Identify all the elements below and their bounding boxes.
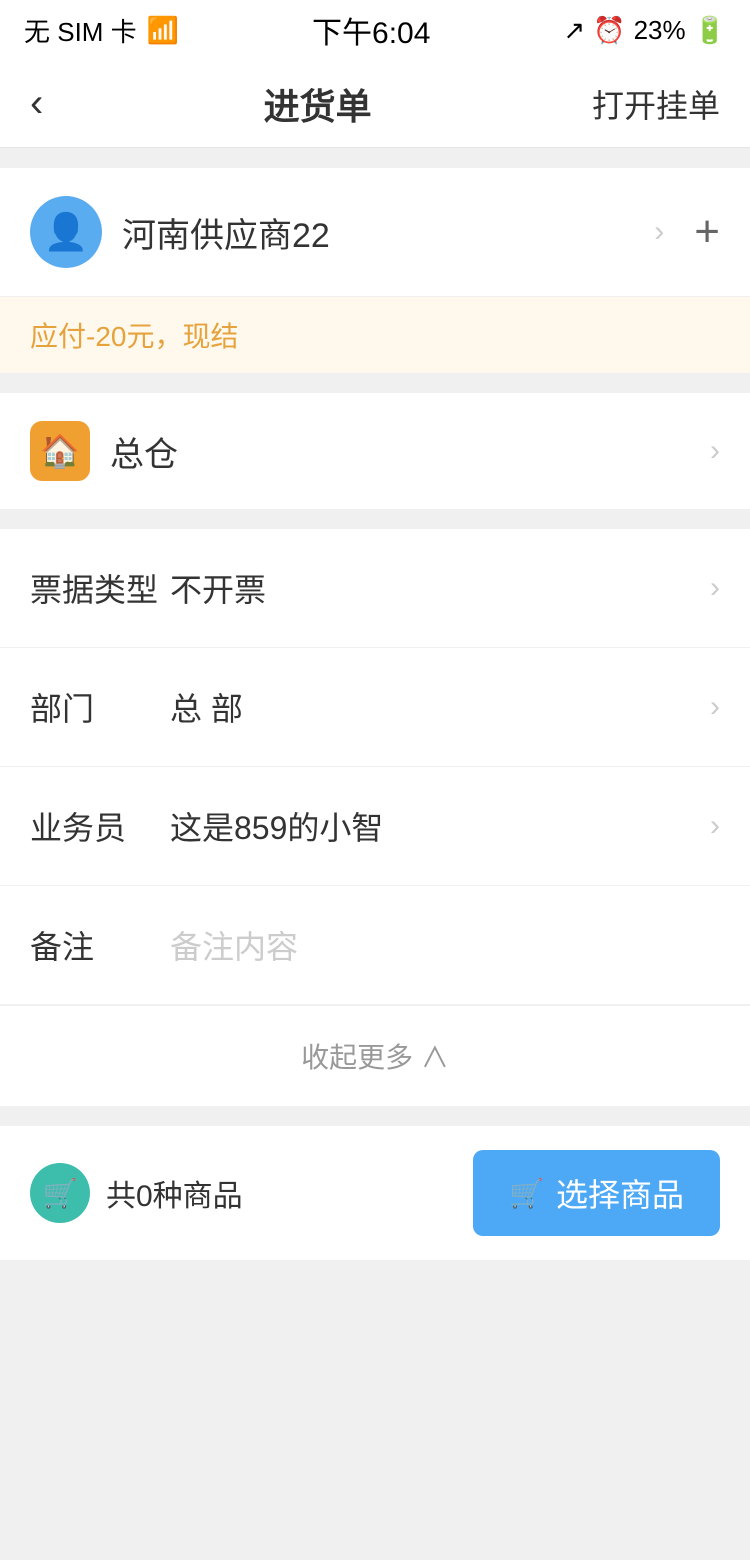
collapse-label: 收起更多 ∧ [301,1036,449,1076]
warehouse-icon-wrap: 🏠 [30,421,90,481]
person-icon: 👤 [44,211,89,253]
salesperson-row[interactable]: 业务员 这是859的小智 › [0,767,750,886]
invoice-type-value: 不开票 [170,565,710,611]
product-count-wrap: 🛒 共0种商品 [30,1163,243,1223]
add-supplier-button[interactable]: + [694,207,720,257]
select-product-button[interactable]: 🛒 选择商品 [473,1150,720,1236]
alarm-icon: ⏰ [593,15,625,46]
remark-row[interactable]: 备注 备注内容 [0,886,750,1005]
warehouse-section: 🏠 总仓 › [0,393,750,509]
notice-banner: 应付-20元，现结 [0,297,750,373]
product-icon-wrap: 🛒 [30,1163,90,1223]
page-title: 进货单 [264,78,372,130]
wifi-icon: 📶 [147,15,179,46]
status-bar: 无 SIM 卡 📶 下午6:04 ↗ ⏰ 23% 🔋 [0,0,750,60]
product-count-text: 共0种商品 [106,1171,243,1215]
form-section: 票据类型 不开票 › 部门 总 部 › 业务员 这是859的小智 › 备注 备注… [0,529,750,1106]
salesperson-label: 业务员 [30,803,170,849]
avatar: 👤 [30,196,102,268]
divider-1 [0,148,750,168]
warehouse-chevron-icon: › [710,434,720,468]
nav-bar: ‹ 进货单 打开挂单 [0,60,750,148]
invoice-type-row[interactable]: 票据类型 不开票 › [0,529,750,648]
salesperson-chevron-icon: › [710,809,720,843]
time-display: 下午6:04 [312,8,430,52]
invoice-type-label: 票据类型 [30,565,170,611]
warehouse-icon: 🏠 [40,432,80,470]
invoice-type-chevron-icon: › [710,571,720,605]
department-chevron-icon: › [710,690,720,724]
supplier-name: 河南供应商22 [122,208,654,257]
battery-text: 23% [634,15,686,46]
bottom-bar: 🛒 共0种商品 🛒 选择商品 [0,1126,750,1260]
location-icon: ↗ [563,15,585,46]
chevron-right-icon: › [654,215,664,249]
open-pending-button[interactable]: 打开挂单 [592,81,720,127]
remark-label: 备注 [30,922,170,968]
warehouse-name: 总仓 [110,427,710,476]
select-product-icon: 🛒 [509,1177,544,1210]
carrier-text: 无 SIM 卡 [24,12,137,49]
back-button[interactable]: ‹ [30,81,43,126]
collapse-button[interactable]: 收起更多 ∧ [0,1005,750,1106]
battery-icon: 🔋 [694,15,726,46]
status-right: ↗ ⏰ 23% 🔋 [563,15,726,46]
warehouse-row[interactable]: 🏠 总仓 › [0,393,750,509]
department-label: 部门 [30,684,170,730]
salesperson-value: 这是859的小智 [170,803,710,849]
department-value: 总 部 [170,684,710,730]
status-left: 无 SIM 卡 📶 [24,12,179,49]
select-product-label: 选择商品 [556,1170,684,1216]
department-row[interactable]: 部门 总 部 › [0,648,750,767]
remark-input[interactable]: 备注内容 [170,922,720,968]
cart-icon: 🛒 [43,1177,78,1210]
supplier-row[interactable]: 👤 河南供应商22 › + [0,168,750,297]
background-fill [0,1260,750,1560]
